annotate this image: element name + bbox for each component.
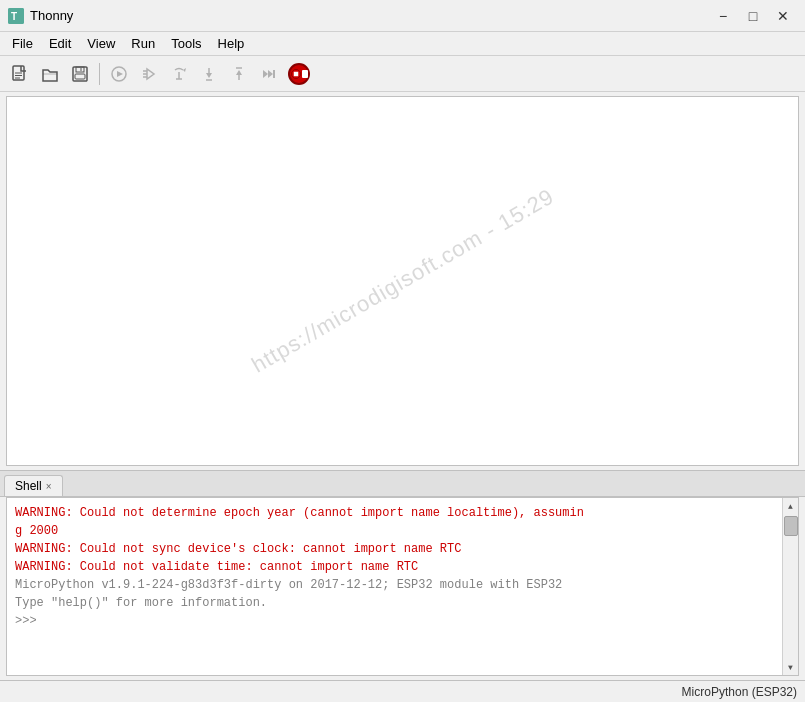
svg-marker-16: [183, 68, 186, 72]
shell-line-7: >>>: [15, 612, 790, 630]
new-file-button[interactable]: [6, 60, 34, 88]
scroll-thumb[interactable]: [784, 516, 798, 536]
open-file-button[interactable]: [36, 60, 64, 88]
shell-scrollbar[interactable]: ▲ ▼: [782, 498, 798, 675]
connection-status: MicroPython (ESP32): [682, 685, 797, 699]
shell-panel: Shell × WARNING: Could not determine epo…: [0, 470, 805, 680]
shell-line-5: MicroPython v1.9.1-224-g83d3f3f-dirty on…: [15, 576, 790, 594]
minimize-button[interactable]: −: [709, 5, 737, 27]
svg-rect-29: [294, 71, 299, 76]
step-out-button[interactable]: [225, 60, 253, 88]
shell-line-6: Type "help()" for more information.: [15, 594, 790, 612]
svg-marker-12: [147, 69, 154, 79]
maximize-button[interactable]: □: [739, 5, 767, 27]
main-content: https://microdigisoft.com - 15:29 Shell …: [0, 92, 805, 680]
resume-button[interactable]: [255, 60, 283, 88]
menu-edit[interactable]: Edit: [41, 34, 79, 53]
shell-tab-label: Shell: [15, 479, 42, 493]
shell-output[interactable]: WARNING: Could not determine epoch year …: [6, 497, 799, 676]
svg-rect-8: [75, 74, 85, 79]
menu-tools[interactable]: Tools: [163, 34, 209, 53]
close-button[interactable]: ✕: [769, 5, 797, 27]
menu-bar: File Edit View Run Tools Help: [0, 32, 805, 56]
shell-tab-bar: Shell ×: [0, 471, 805, 497]
step-into-button[interactable]: [195, 60, 223, 88]
watermark: https://microdigisoft.com - 15:29: [247, 184, 559, 379]
app-icon: T: [8, 8, 24, 24]
menu-file[interactable]: File: [4, 34, 41, 53]
shell-line-1: WARNING: Could not determine epoch year …: [15, 504, 790, 522]
shell-tab[interactable]: Shell ×: [4, 475, 63, 496]
shell-line-2: g 2000: [15, 522, 790, 540]
svg-marker-25: [263, 70, 268, 78]
code-editor[interactable]: https://microdigisoft.com - 15:29: [6, 96, 799, 466]
svg-marker-23: [236, 70, 242, 75]
toolbar-separator-1: [99, 63, 100, 85]
svg-text:T: T: [11, 11, 17, 22]
svg-marker-26: [268, 70, 273, 78]
shell-line-3: WARNING: Could not sync device's clock: …: [15, 540, 790, 558]
stop-icon: [288, 63, 310, 85]
window-title: Thonny: [30, 8, 709, 23]
status-bar: MicroPython (ESP32): [0, 680, 805, 702]
menu-help[interactable]: Help: [210, 34, 253, 53]
title-bar: T Thonny − □ ✕: [0, 0, 805, 32]
svg-marker-11: [117, 71, 123, 77]
menu-run[interactable]: Run: [123, 34, 163, 53]
step-over-button[interactable]: [165, 60, 193, 88]
window-controls: − □ ✕: [709, 5, 797, 27]
svg-marker-20: [206, 73, 212, 78]
save-file-button[interactable]: [66, 60, 94, 88]
app-window: T Thonny − □ ✕ File Edit View Run Tools …: [0, 0, 805, 702]
debug-button[interactable]: [135, 60, 163, 88]
run-current-button[interactable]: [105, 60, 133, 88]
stop-button[interactable]: [285, 60, 313, 88]
scroll-up-arrow[interactable]: ▲: [783, 498, 799, 514]
shell-tab-close[interactable]: ×: [46, 481, 52, 492]
toolbar: [0, 56, 805, 92]
scroll-down-arrow[interactable]: ▼: [783, 659, 799, 675]
editor-wrapper: https://microdigisoft.com - 15:29: [0, 92, 805, 470]
menu-view[interactable]: View: [79, 34, 123, 53]
shell-line-4: WARNING: Could not validate time: cannot…: [15, 558, 790, 576]
